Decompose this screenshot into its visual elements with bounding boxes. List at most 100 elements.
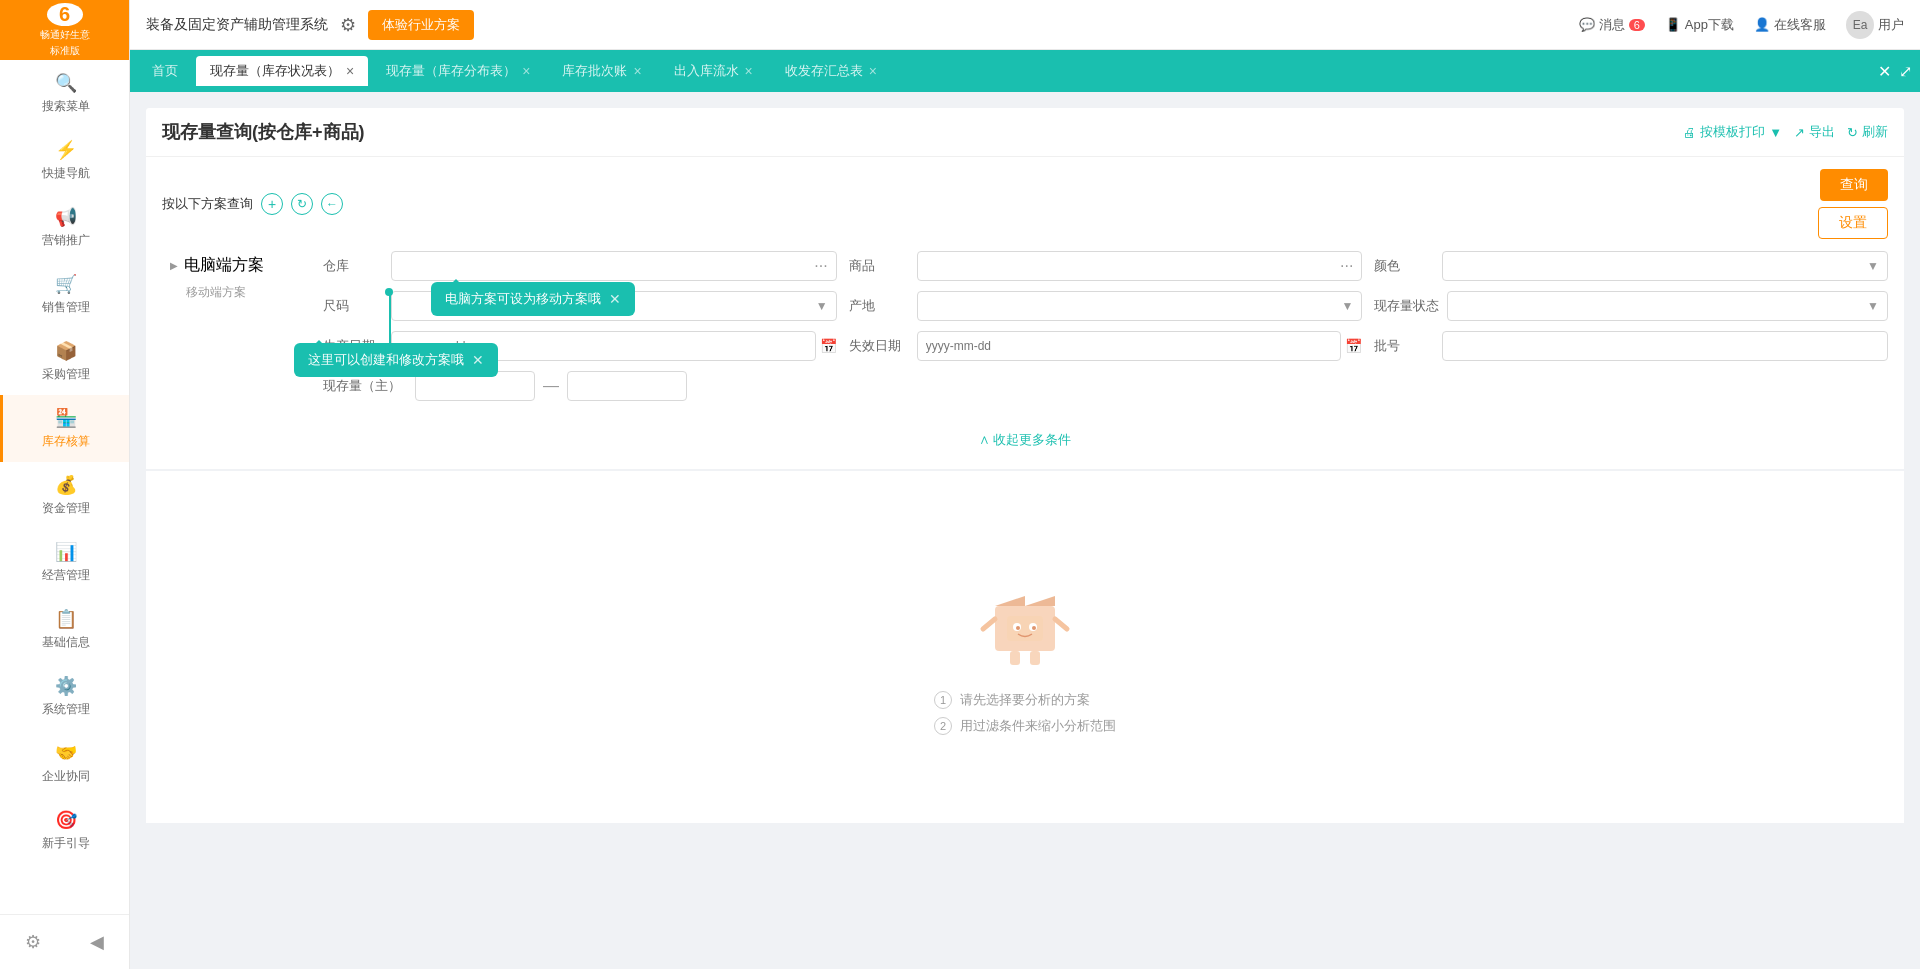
sidebar-item-search[interactable]: 🔍 搜索菜单	[0, 60, 129, 127]
refresh-icon: ↻	[1847, 125, 1858, 140]
export-btn[interactable]: ↗ 导出	[1794, 123, 1835, 141]
sidebar-item-label: 快捷导航	[42, 165, 90, 182]
step-num-2: 2	[934, 717, 952, 735]
filter-row-1: 仓库 ··· 商品 ···	[323, 251, 1888, 281]
tab-inout-flow[interactable]: 出入库流水 ×	[660, 56, 767, 86]
sidebar-item-system[interactable]: ⚙️ 系统管理	[0, 663, 129, 730]
experience-btn[interactable]: 体验行业方案	[368, 10, 474, 40]
tab-inventory-status[interactable]: 现存量（库存状况表） ×	[196, 56, 368, 86]
page-actions: 🖨 按模板打印 ▼ ↗ 导出 ↻ 刷新	[1683, 123, 1888, 141]
svg-marker-2	[1025, 596, 1055, 606]
page-title: 现存量查询(按仓库+商品)	[162, 120, 365, 144]
message-item[interactable]: 💬 消息 6	[1579, 16, 1645, 34]
collapse-label: 收起更多条件	[993, 432, 1071, 447]
sidebar-item-marketing[interactable]: 📢 营销推广	[0, 194, 129, 261]
tab-home[interactable]: 首页	[138, 56, 192, 86]
avatar: Ea	[1846, 11, 1874, 39]
basic-icon: 📋	[55, 608, 77, 630]
page-header: 现存量查询(按仓库+商品) 🖨 按模板打印 ▼ ↗ 导出 ↻ 刷新	[146, 108, 1904, 156]
calendar-icon-2[interactable]: 📅	[1345, 338, 1362, 354]
app-download-item[interactable]: 📱 App下载	[1665, 16, 1734, 34]
scheme-tree-item-mobile[interactable]: 移动端方案	[162, 280, 307, 305]
page-content: 现存量查询(按仓库+商品) 🖨 按模板打印 ▼ ↗ 导出 ↻ 刷新	[130, 92, 1920, 969]
tab-inventory-status-close[interactable]: ×	[346, 64, 354, 78]
svg-marker-1	[995, 596, 1025, 606]
guide-icon: 🎯	[55, 809, 77, 831]
refresh-btn[interactable]: ↻ 刷新	[1847, 123, 1888, 141]
collapse-more-btn[interactable]: ∧ 收起更多条件	[162, 423, 1888, 457]
sidebar-item-sales[interactable]: 🛒 销售管理	[0, 261, 129, 328]
scheme-tooltip: 电脑方案可设为移动方案哦 ✕	[431, 282, 635, 316]
sidebar-item-quick-nav[interactable]: ⚡ 快捷导航	[0, 127, 129, 194]
filter-section: 按以下方案查询 + ↻ ← 查询 设置 电脑方案可设为移动方案哦 ✕	[146, 156, 1904, 469]
sidebar-item-label: 库存核算	[42, 433, 90, 450]
filter-add-btn[interactable]: +	[261, 193, 283, 215]
sidebar-item-inventory[interactable]: 🏪 库存核算	[0, 395, 129, 462]
filter-header: 按以下方案查询 + ↻ ← 查询 设置	[162, 169, 1888, 239]
tab-bar: 首页 现存量（库存状况表） × 现存量（库存分布表） × 库存批次账 × 出入库…	[130, 50, 1920, 92]
inventory-status-select[interactable]: ▼	[1447, 291, 1888, 321]
warehouse-field: 仓库 ···	[323, 251, 837, 281]
batch-label: 批号	[1374, 337, 1434, 355]
main-content: 装备及固定资产辅助管理系统 ⚙ 体验行业方案 💬 消息 6 📱 App下载 👤 …	[130, 0, 1920, 969]
edit-tooltip: 这里可以创建和修改方案哦 ✕	[294, 343, 498, 377]
batch-input[interactable]	[1442, 331, 1888, 361]
sidebar-item-finance[interactable]: 💰 资金管理	[0, 462, 129, 529]
tab-maximize-icon[interactable]: ⤢	[1899, 62, 1912, 81]
goods-select[interactable]: ···	[917, 251, 1363, 281]
tab-receive-summary[interactable]: 收发存汇总表 ×	[771, 56, 891, 86]
user-item[interactable]: Ea 用户	[1846, 11, 1904, 39]
brand-name: 畅通好生意	[40, 28, 90, 42]
inventory-max-input[interactable]	[567, 371, 687, 401]
calendar-icon[interactable]: 📅	[820, 338, 837, 354]
origin-select[interactable]: ▼	[917, 291, 1363, 321]
expiry-date-input[interactable]	[917, 331, 1342, 361]
tab-inventory-dist-label: 现存量（库存分布表）	[386, 62, 516, 80]
goods-more[interactable]: ···	[1340, 257, 1353, 275]
color-select[interactable]: ▼	[1442, 251, 1888, 281]
tab-inventory-dist-close[interactable]: ×	[522, 64, 530, 78]
purchase-icon: 📦	[55, 340, 77, 362]
sidebar-item-basic[interactable]: 📋 基础信息	[0, 596, 129, 663]
batch-field: 批号	[1374, 331, 1888, 361]
sidebar-item-enterprise[interactable]: 🤝 企业协同	[0, 730, 129, 797]
tab-close-all-icon[interactable]: ✕	[1878, 62, 1891, 81]
print-icon: 🖨	[1683, 125, 1696, 140]
filter-container: 现存量查询(按仓库+商品) 🖨 按模板打印 ▼ ↗ 导出 ↻ 刷新	[146, 108, 1904, 469]
header-settings-icon[interactable]: ⚙	[340, 14, 356, 36]
online-service-item[interactable]: 👤 在线客服	[1754, 16, 1826, 34]
edit-tooltip-close[interactable]: ✕	[472, 352, 484, 368]
sidebar-item-purchase[interactable]: 📦 采购管理	[0, 328, 129, 395]
sidebar-item-guide[interactable]: 🎯 新手引导	[0, 797, 129, 864]
query-btn[interactable]: 查询	[1820, 169, 1888, 201]
scheme-pc-label: 电脑端方案	[184, 255, 264, 276]
tab-receive-summary-close[interactable]: ×	[869, 64, 877, 78]
tab-batch-ledger-close[interactable]: ×	[633, 64, 641, 78]
tab-inout-flow-label: 出入库流水	[674, 62, 739, 80]
warehouse-more[interactable]: ···	[814, 257, 827, 275]
sidebar-item-label: 营销推广	[42, 232, 90, 249]
expand-icon: ▶	[170, 260, 178, 271]
scheme-tree-item-pc[interactable]: ▶ 电脑端方案	[162, 251, 307, 280]
set-btn[interactable]: 设置	[1818, 207, 1888, 239]
tab-inout-flow-close[interactable]: ×	[745, 64, 753, 78]
empty-steps: 1 请先选择要分析的方案 2 用过滤条件来缩小分析范围	[934, 691, 1116, 743]
chevron-down-icon: ▼	[1341, 299, 1353, 313]
filter-header-label: 按以下方案查询	[162, 195, 253, 213]
inventory-status-field: 现存量状态 ▼	[1374, 291, 1888, 321]
filter-arrow-btn[interactable]: ←	[321, 193, 343, 215]
tab-batch-ledger[interactable]: 库存批次账 ×	[548, 56, 655, 86]
template-print-btn[interactable]: 🖨 按模板打印 ▼	[1683, 123, 1782, 141]
sidebar-item-label: 搜索菜单	[42, 98, 90, 115]
system-icon: ⚙️	[55, 675, 77, 697]
tab-bar-actions: ✕ ⤢	[1878, 62, 1912, 81]
scheme-tooltip-close[interactable]: ✕	[609, 291, 621, 307]
filter-refresh-btn[interactable]: ↻	[291, 193, 313, 215]
sidebar-collapse-btn[interactable]: ◀	[86, 927, 108, 957]
empty-illustration	[965, 551, 1085, 671]
sidebar-settings-btn[interactable]: ⚙	[21, 927, 45, 957]
user-label: 用户	[1878, 16, 1904, 34]
sidebar-item-operation[interactable]: 📊 经营管理	[0, 529, 129, 596]
tab-inventory-dist[interactable]: 现存量（库存分布表） ×	[372, 56, 544, 86]
sidebar: 6 畅通好生意 标准版 🔍 搜索菜单 ⚡ 快捷导航 📢 营销推广 🛒 销售管理 …	[0, 0, 130, 969]
